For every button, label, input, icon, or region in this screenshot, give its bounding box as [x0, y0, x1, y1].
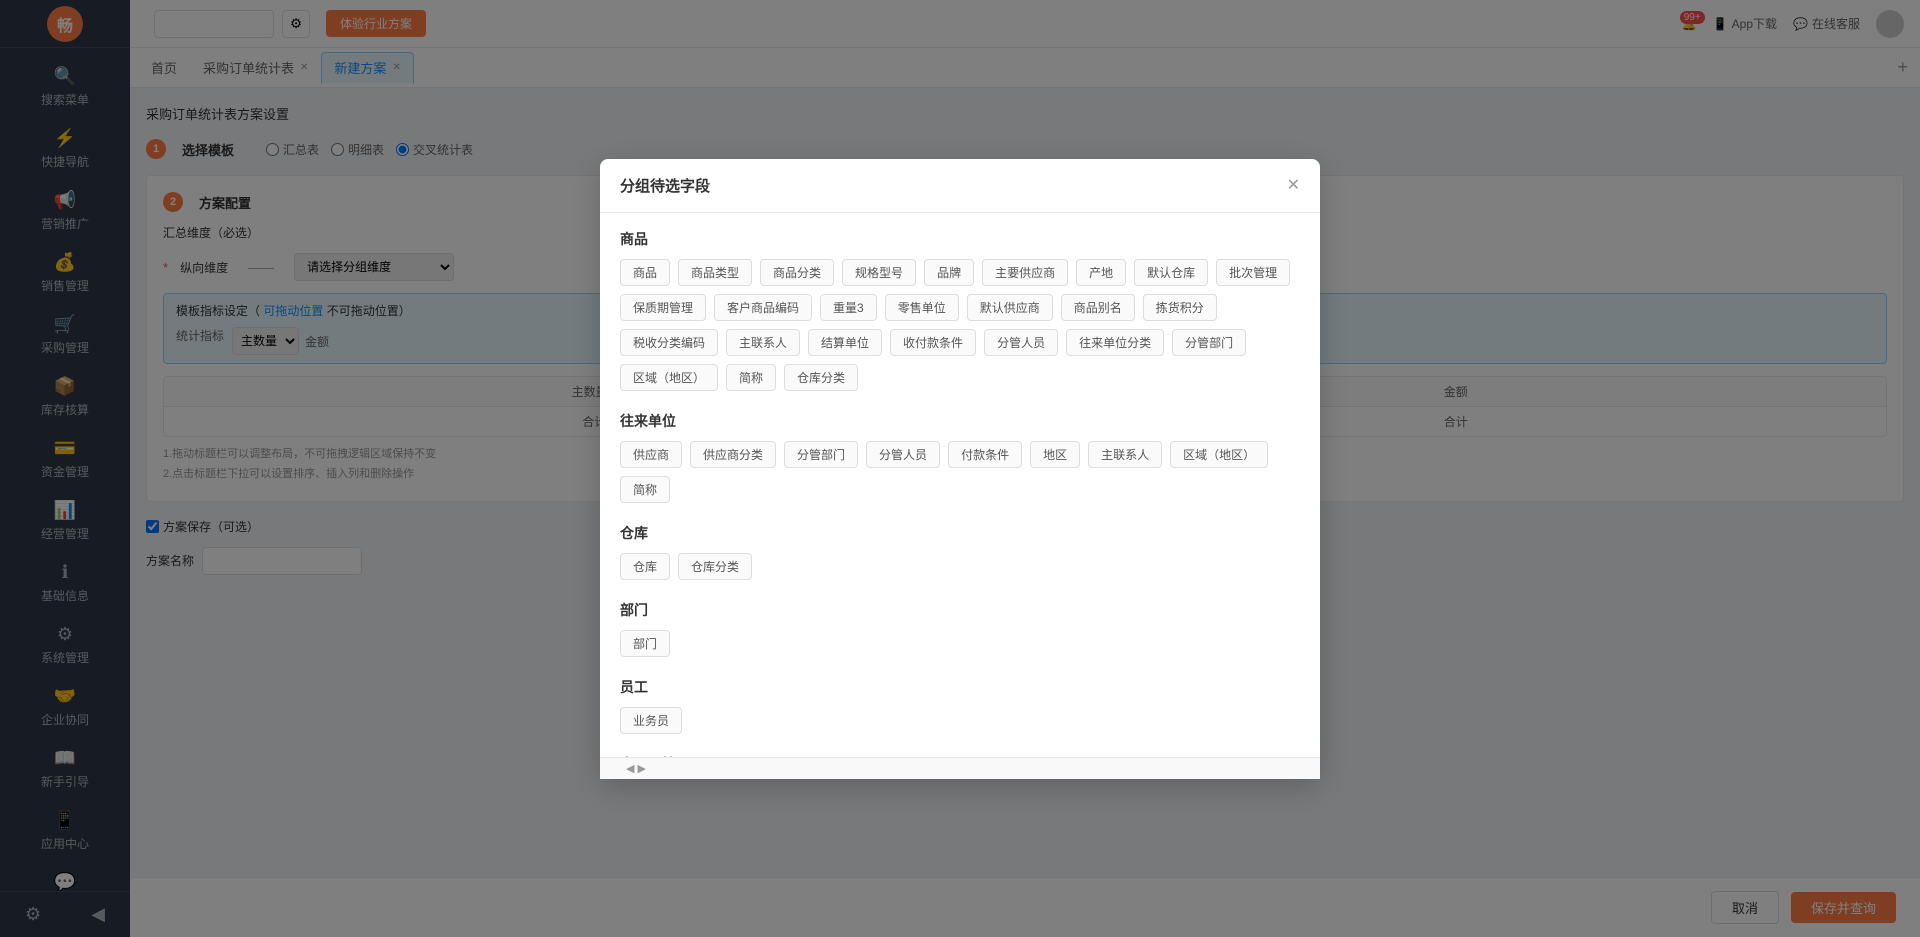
field-tag-2-0[interactable]: 仓库 — [620, 553, 670, 580]
field-tag-0-8[interactable]: 批次管理 — [1216, 259, 1290, 286]
field-tag-0-9[interactable]: 保质期管理 — [620, 294, 706, 321]
field-tag-0-23[interactable]: 区域（地区） — [620, 364, 718, 391]
field-tag-1-8[interactable]: 简称 — [620, 476, 670, 503]
field-tag-0-10[interactable]: 客户商品编码 — [714, 294, 812, 321]
field-group-title-1: 往来单位 — [620, 411, 1300, 431]
field-group-title-3: 部门 — [620, 600, 1300, 620]
field-tag-2-1[interactable]: 仓库分类 — [678, 553, 752, 580]
field-tag-0-5[interactable]: 主要供应商 — [982, 259, 1068, 286]
field-tag-1-2[interactable]: 分管部门 — [784, 441, 858, 468]
modal-close-button[interactable]: ✕ — [1287, 175, 1300, 195]
field-group-title-4: 员工 — [620, 677, 1300, 697]
field-tag-0-13[interactable]: 默认供应商 — [967, 294, 1053, 321]
field-tags-1: 供应商供应商分类分管部门分管人员付款条件地区主联系人区域（地区） 简称 — [620, 441, 1300, 503]
field-tag-0-24[interactable]: 简称 — [726, 364, 776, 391]
field-group-2: 仓库仓库仓库分类 — [620, 523, 1300, 580]
field-tag-0-20[interactable]: 分管人员 — [984, 329, 1058, 356]
field-tag-0-4[interactable]: 品牌 — [924, 259, 974, 286]
field-tag-0-3[interactable]: 规格型号 — [842, 259, 916, 286]
field-tag-0-22[interactable]: 分管部门 — [1172, 329, 1246, 356]
field-tag-0-18[interactable]: 结算单位 — [808, 329, 882, 356]
field-tag-0-7[interactable]: 默认仓库 — [1134, 259, 1208, 286]
modal-dialog: 分组待选字段 ✕ 商品商品商品类型商品分类规格型号品牌主要供应商产地默认仓库批次… — [600, 159, 1320, 779]
field-tag-1-6[interactable]: 主联系人 — [1088, 441, 1162, 468]
field-tag-1-0[interactable]: 供应商 — [620, 441, 682, 468]
field-tag-0-1[interactable]: 商品类型 — [678, 259, 752, 286]
field-tag-1-5[interactable]: 地区 — [1030, 441, 1080, 468]
field-tag-1-7[interactable]: 区域（地区） — [1170, 441, 1268, 468]
field-tag-0-19[interactable]: 收付款条件 — [890, 329, 976, 356]
field-tags-4: 业务员 — [620, 707, 1300, 734]
field-tag-0-15[interactable]: 拣货积分 — [1143, 294, 1217, 321]
field-tag-1-1[interactable]: 供应商分类 — [690, 441, 776, 468]
field-group-3: 部门部门 — [620, 600, 1300, 657]
field-tags-0: 商品商品类型商品分类规格型号品牌主要供应商产地默认仓库批次管理保质期管理客户商品… — [620, 259, 1300, 391]
field-group-1: 往来单位供应商供应商分类分管部门分管人员付款条件地区主联系人区域（地区） 简称 — [620, 411, 1300, 503]
modal-title: 分组待选字段 — [620, 175, 710, 196]
field-group-title-0: 商品 — [620, 229, 1300, 249]
field-tag-1-4[interactable]: 付款条件 — [948, 441, 1022, 468]
field-tags-3: 部门 — [620, 630, 1300, 657]
modal-overlay: 分组待选字段 ✕ 商品商品商品类型商品分类规格型号品牌主要供应商产地默认仓库批次… — [0, 0, 1920, 937]
field-tag-0-2[interactable]: 商品分类 — [760, 259, 834, 286]
field-tag-0-12[interactable]: 零售单位 — [885, 294, 959, 321]
field-group-4: 员工业务员 — [620, 677, 1300, 734]
field-tags-2: 仓库仓库分类 — [620, 553, 1300, 580]
field-tag-0-11[interactable]: 重量3 — [820, 294, 877, 321]
field-group-0: 商品商品商品类型商品分类规格型号品牌主要供应商产地默认仓库批次管理保质期管理客户… — [620, 229, 1300, 391]
modal-header: 分组待选字段 ✕ — [600, 159, 1320, 213]
field-tag-3-0[interactable]: 部门 — [620, 630, 670, 657]
field-tag-0-21[interactable]: 往来单位分类 — [1066, 329, 1164, 356]
field-tag-1-3[interactable]: 分管人员 — [866, 441, 940, 468]
field-tag-0-16[interactable]: 税收分类编码 — [620, 329, 718, 356]
field-tag-0-6[interactable]: 产地 — [1076, 259, 1126, 286]
field-tag-0-17[interactable]: 主联系人 — [726, 329, 800, 356]
modal-body: 商品商品商品类型商品分类规格型号品牌主要供应商产地默认仓库批次管理保质期管理客户… — [600, 213, 1320, 757]
field-group-title-2: 仓库 — [620, 523, 1300, 543]
field-tag-4-0[interactable]: 业务员 — [620, 707, 682, 734]
field-tag-0-25[interactable]: 仓库分类 — [784, 364, 858, 391]
field-tag-0-14[interactable]: 商品别名 — [1061, 294, 1135, 321]
field-tag-0-0[interactable]: 商品 — [620, 259, 670, 286]
